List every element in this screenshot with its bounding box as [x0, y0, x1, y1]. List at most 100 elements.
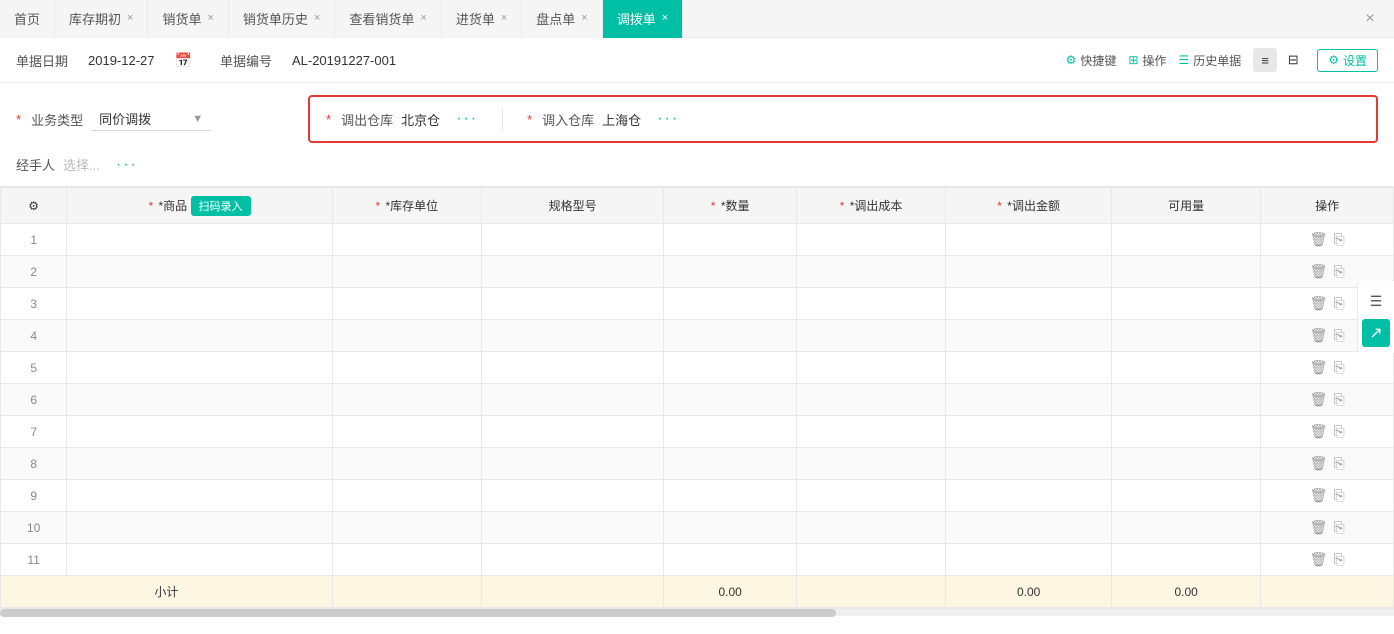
form-header-left: 单据日期 2019-12-27 📅 单据编号 AL-20191227-001	[16, 51, 396, 70]
manager-field: 经手人 选择... ···	[16, 155, 138, 174]
out-warehouse-req: *	[326, 112, 331, 127]
scan-entry-button[interactable]: 扫码录入	[191, 196, 251, 216]
row-num: 6	[1, 384, 67, 416]
copy-icon[interactable]: ⎘	[1333, 551, 1344, 568]
side-export-button[interactable]: ↗	[1362, 319, 1390, 347]
view-toggle: ≡ ⊟	[1253, 48, 1305, 72]
copy-icon[interactable]: ⎘	[1333, 359, 1344, 376]
copy-icon[interactable]: ⎘	[1333, 455, 1344, 472]
calendar-icon[interactable]: 📅	[175, 52, 192, 69]
grid-view-btn[interactable]: ⊟	[1281, 48, 1305, 72]
operation-icon: ⊞	[1128, 53, 1138, 67]
row-num: 2	[1, 256, 67, 288]
main-content: 单据日期 2019-12-27 📅 单据编号 AL-20191227-001 ⚙…	[0, 38, 1394, 634]
scrollbar-thumb[interactable]	[0, 609, 836, 617]
manager-more-icon[interactable]: ···	[116, 156, 138, 174]
side-panel: ☰ ↗	[1357, 281, 1394, 353]
close-tab-transfer[interactable]: ×	[662, 13, 668, 24]
in-warehouse-field: * 调入仓库 上海仓 ···	[527, 110, 679, 129]
col-header-gear[interactable]: ⚙	[1, 188, 67, 224]
doc-num-value: AL-20191227-001	[292, 53, 396, 68]
table-row: 5 🗑 ⎘	[1, 352, 1394, 384]
manager-placeholder[interactable]: 选择...	[63, 155, 100, 174]
table-row: 3🗑⎘	[1, 288, 1394, 320]
tab-stocktake[interactable]: 盘点单 ×	[522, 0, 602, 38]
copy-icon[interactable]: ⎘	[1333, 327, 1344, 344]
in-warehouse-value[interactable]: 上海仓	[602, 110, 641, 129]
shortcut-action[interactable]: ⚙ 快捷键	[1066, 52, 1117, 69]
close-tab-sales-order[interactable]: ×	[207, 13, 213, 24]
out-warehouse-field: * 调出仓库 北京仓 ···	[326, 110, 478, 129]
tab-sales-history[interactable]: 销货单历史 ×	[229, 0, 335, 38]
table-row: 7🗑⎘	[1, 416, 1394, 448]
side-list-button[interactable]: ☰	[1362, 287, 1390, 315]
table-settings-icon[interactable]: ⚙	[28, 199, 39, 213]
copy-icon[interactable]: ⎘	[1333, 519, 1344, 536]
col-header-qty: * *数量	[664, 188, 797, 224]
delete-icon[interactable]: 🗑	[1310, 231, 1328, 248]
close-tab-view-sales[interactable]: ×	[420, 13, 426, 24]
tab-inventory-init[interactable]: 库存期初 ×	[55, 0, 148, 38]
delete-icon[interactable]: 🗑	[1310, 359, 1328, 376]
close-tab-sales-history[interactable]: ×	[314, 13, 320, 24]
table-container: ⚙ * *商品 扫码录入 * *库存单位 规格型号 * *数量	[0, 186, 1394, 634]
close-tab-purchase[interactable]: ×	[501, 13, 507, 24]
form-header: 单据日期 2019-12-27 📅 单据编号 AL-20191227-001 ⚙…	[0, 38, 1394, 83]
operation-action[interactable]: ⊞ 操作	[1128, 52, 1166, 69]
form-header-right: ⚙ 快捷键 ⊞ 操作 ☰ 历史单据 ≡ ⊟ ⚙ 设置	[1066, 48, 1378, 72]
warehouse-section: * 调出仓库 北京仓 ··· * 调入仓库 上海仓 ···	[308, 95, 1378, 143]
table-row: 11 🗑 ⎘	[1, 544, 1394, 576]
biz-type-chevron-icon: ▼	[192, 113, 203, 125]
copy-icon[interactable]: ⎘	[1333, 423, 1344, 440]
delete-icon[interactable]: 🗑	[1310, 423, 1328, 440]
row-num: 11	[1, 544, 67, 576]
delete-icon[interactable]: 🗑	[1310, 551, 1328, 568]
delete-icon[interactable]: 🗑	[1310, 295, 1328, 312]
copy-icon[interactable]: ⎘	[1333, 391, 1344, 408]
biz-type-label: 业务类型	[31, 110, 83, 129]
out-warehouse-label: 调出仓库	[341, 110, 393, 129]
copy-icon[interactable]: ⎘	[1333, 231, 1344, 248]
out-warehouse-more-icon[interactable]: ···	[456, 110, 478, 128]
tab-purchase[interactable]: 进货单 ×	[442, 0, 522, 38]
delete-icon[interactable]: 🗑	[1310, 391, 1328, 408]
col-header-product: * *商品 扫码录入	[67, 188, 332, 224]
in-warehouse-more-icon[interactable]: ···	[657, 110, 679, 128]
copy-icon[interactable]: ⎘	[1333, 487, 1344, 504]
form-row-2: 经手人 选择... ···	[16, 155, 1378, 174]
table-row: 4 🗑 ⎘	[1, 320, 1394, 352]
list-view-btn[interactable]: ≡	[1253, 48, 1277, 72]
biz-type-req: *	[16, 112, 21, 127]
biz-type-select[interactable]: 同价调拨 ▼	[91, 107, 211, 131]
delete-icon[interactable]: 🗑	[1310, 455, 1328, 472]
history-action[interactable]: ☰ 历史单据	[1178, 52, 1241, 69]
copy-icon[interactable]: ⎘	[1333, 263, 1344, 280]
tab-view-sales[interactable]: 查看销货单 ×	[335, 0, 441, 38]
settings-button[interactable]: ⚙ 设置	[1317, 49, 1378, 72]
date-value[interactable]: 2019-12-27	[88, 53, 155, 68]
delete-icon[interactable]: 🗑	[1310, 327, 1328, 344]
table-row: 8 🗑 ⎘	[1, 448, 1394, 480]
row-num: 5	[1, 352, 67, 384]
manager-label: 经手人	[16, 155, 55, 174]
table-header-row: ⚙ * *商品 扫码录入 * *库存单位 规格型号 * *数量	[1, 188, 1394, 224]
col-header-amount: * *调出金额	[946, 188, 1112, 224]
window-close-button[interactable]: ×	[1356, 5, 1384, 33]
delete-icon[interactable]: 🗑	[1310, 519, 1328, 536]
tab-sales-order[interactable]: 销货单 ×	[148, 0, 228, 38]
col-header-ops: 操作	[1261, 188, 1394, 224]
delete-icon[interactable]: 🗑	[1310, 263, 1328, 280]
close-tab-inventory-init[interactable]: ×	[127, 13, 133, 24]
tab-home[interactable]: 首页	[0, 0, 55, 38]
row-num: 4	[1, 320, 67, 352]
tab-transfer[interactable]: 调拨单 ×	[603, 0, 683, 38]
copy-icon[interactable]: ⎘	[1333, 295, 1344, 312]
horizontal-scrollbar[interactable]	[0, 608, 1394, 616]
history-icon: ☰	[1178, 53, 1189, 67]
table-row: 1🗑⎘	[1, 224, 1394, 256]
row-num: 8	[1, 448, 67, 480]
close-tab-stocktake[interactable]: ×	[581, 13, 587, 24]
out-warehouse-value[interactable]: 北京仓	[401, 110, 440, 129]
side-list-icon: ☰	[1370, 293, 1383, 310]
delete-icon[interactable]: 🗑	[1310, 487, 1328, 504]
